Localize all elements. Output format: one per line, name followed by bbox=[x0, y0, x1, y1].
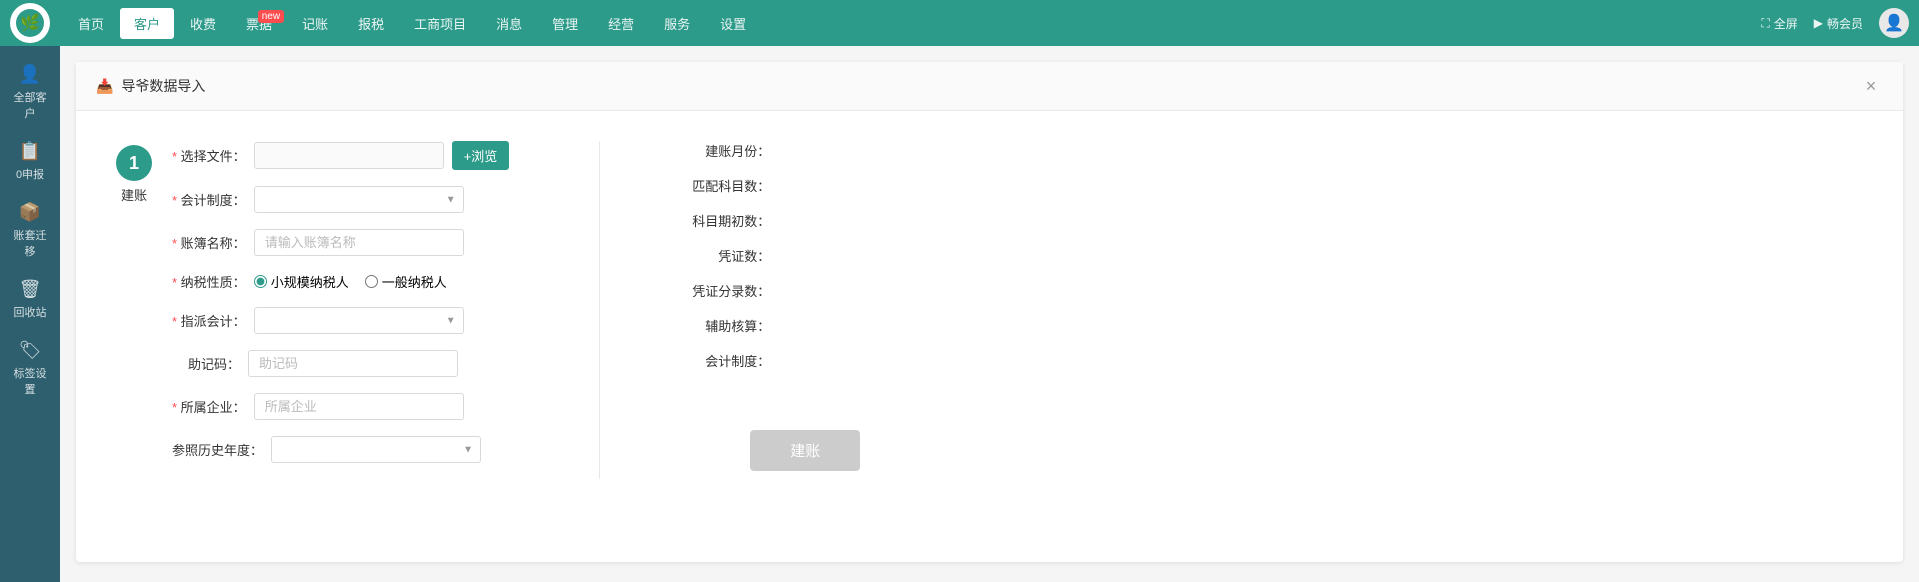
form-row-accounting-system: 会计制度： ▼ bbox=[172, 186, 509, 213]
history-year-select-wrap: ▼ bbox=[271, 436, 481, 463]
fullscreen-icon: ⛶ bbox=[1761, 16, 1769, 31]
account-migrate-icon: 📦 bbox=[19, 202, 41, 223]
accounting-system-label: 会计制度： bbox=[172, 190, 246, 209]
info-section: 建账月份： 匹配科目数： 科目期初数： 凭证数： bbox=[690, 141, 890, 370]
info-accounting-system-label: 会计制度： bbox=[690, 351, 770, 370]
app-logo[interactable]: 🌿 bbox=[10, 3, 50, 43]
match-subjects-label: 匹配科目数： bbox=[690, 176, 770, 195]
aux-accounting-label: 辅助核算： bbox=[690, 316, 770, 335]
user-avatar[interactable]: 👤 bbox=[1879, 8, 1909, 38]
company-label: 所属企业： bbox=[172, 397, 246, 416]
radio-small-scale[interactable]: 小规模纳税人 bbox=[254, 272, 349, 291]
dialog-header: 📥 导爷数据导入 × bbox=[76, 62, 1903, 111]
form-row-history-year: 参照历史年度： ▼ bbox=[172, 436, 509, 463]
company-input[interactable] bbox=[254, 393, 464, 420]
info-row-account-month: 建账月份： bbox=[690, 141, 890, 160]
top-nav: 🌿 首页 客户 收费 票据 new 记账 报税 工商项目 消息 管理 经营 服务… bbox=[0, 0, 1919, 46]
dialog-title: 📥 导爷数据导入 bbox=[96, 76, 205, 96]
info-row-voucher-count: 凭证数： bbox=[690, 246, 890, 265]
history-year-label: 参照历史年度： bbox=[172, 440, 263, 459]
subject-initial-label: 科目期初数： bbox=[690, 211, 770, 230]
info-row-match-subjects: 匹配科目数： bbox=[690, 176, 890, 195]
info-row-voucher-entries: 凭证分录数： bbox=[690, 281, 890, 300]
form-divider bbox=[599, 141, 600, 479]
dialog-close-button[interactable]: × bbox=[1859, 74, 1883, 98]
nav-biz[interactable]: 工商项目 bbox=[400, 8, 480, 39]
nav-menu: 首页 客户 收费 票据 new 记账 报税 工商项目 消息 管理 经营 服务 设… bbox=[64, 8, 1761, 39]
sidebar-item-account-migrate[interactable]: 📦 账套迁移 bbox=[3, 194, 57, 267]
sidebar-item-declare[interactable]: 📋 0申报 bbox=[3, 133, 57, 190]
form-step-section: 1 建账 选择文件： +浏览 会计制度： bbox=[116, 141, 509, 479]
assign-accountant-select-wrap: ▼ bbox=[254, 307, 464, 334]
tag-settings-icon: 🏷 bbox=[19, 340, 42, 361]
tax-type-label: 纳税性质： bbox=[172, 272, 246, 291]
form-row-file: 选择文件： +浏览 bbox=[172, 141, 509, 170]
dialog-area: 📥 导爷数据导入 × 1 建账 选择文件： bbox=[76, 62, 1903, 562]
sidebar-item-all-customers[interactable]: 👤 全部客户 bbox=[3, 56, 57, 129]
nav-operation[interactable]: 经营 bbox=[594, 8, 648, 39]
nav-settings[interactable]: 设置 bbox=[706, 8, 760, 39]
sidebar: 👤 全部客户 📋 0申报 📦 账套迁移 🗑 回收站 🏷 标签设置 bbox=[0, 46, 60, 582]
file-input[interactable] bbox=[254, 142, 444, 169]
all-customers-icon: 👤 bbox=[19, 64, 41, 85]
tax-type-radio-group: 小规模纳税人 一般纳税人 bbox=[254, 272, 447, 291]
build-account-button[interactable]: 建账 bbox=[750, 430, 860, 471]
nav-customer[interactable]: 客户 bbox=[120, 8, 174, 39]
build-btn-container: 建账 bbox=[750, 410, 860, 471]
right-panel: 建账月份： 匹配科目数： 科目期初数： 凭证数： bbox=[690, 141, 890, 479]
assign-accountant-label: 指派会计： bbox=[172, 311, 246, 330]
logo-icon: 🌿 bbox=[20, 13, 40, 33]
step-circle: 1 bbox=[116, 145, 152, 181]
memo-label: 助记码： bbox=[172, 354, 240, 373]
step-label: 建账 bbox=[121, 185, 147, 204]
browse-button[interactable]: +浏览 bbox=[452, 141, 510, 170]
accounting-system-select-wrap: ▼ bbox=[254, 186, 464, 213]
vip-btn[interactable]: ▶ 畅会员 bbox=[1814, 15, 1863, 32]
radio-general[interactable]: 一般纳税人 bbox=[365, 272, 447, 291]
nav-tax[interactable]: 报税 bbox=[344, 8, 398, 39]
nav-ledger[interactable]: 记账 bbox=[288, 8, 342, 39]
accounting-system-select[interactable] bbox=[254, 186, 464, 213]
voucher-entries-label: 凭证分录数： bbox=[690, 281, 770, 300]
info-row-accounting-system: 会计制度： bbox=[690, 351, 890, 370]
form-row-ledger-name: 账簿名称： bbox=[172, 229, 509, 256]
main-content: 📥 导爷数据导入 × 1 建账 选择文件： bbox=[60, 46, 1919, 582]
form-row-company: 所属企业： bbox=[172, 393, 509, 420]
memo-input[interactable] bbox=[248, 350, 458, 377]
info-row-subject-initial: 科目期初数： bbox=[690, 211, 890, 230]
nav-message[interactable]: 消息 bbox=[482, 8, 536, 39]
nav-billing[interactable]: 收费 bbox=[176, 8, 230, 39]
form-row-tax-type: 纳税性质： 小规模纳税人 一般纳税人 bbox=[172, 272, 509, 291]
step-indicator: 1 建账 bbox=[116, 141, 152, 204]
dialog-form-area: 1 建账 选择文件： +浏览 会计制度： bbox=[76, 111, 1903, 509]
recycle-icon: 🗑 bbox=[19, 279, 42, 300]
app-layout: 👤 全部客户 📋 0申报 📦 账套迁移 🗑 回收站 🏷 标签设置 📥 导爷 bbox=[0, 46, 1919, 582]
sidebar-item-tag-settings[interactable]: 🏷 标签设置 bbox=[3, 332, 57, 405]
nav-home[interactable]: 首页 bbox=[64, 8, 118, 39]
file-label: 选择文件： bbox=[172, 146, 246, 165]
invoice-badge: new bbox=[258, 10, 284, 23]
ledger-name-input[interactable] bbox=[254, 229, 464, 256]
dialog-title-icon: 📥 bbox=[96, 78, 113, 95]
nav-right: ⛶ 全屏 ▶ 畅会员 👤 bbox=[1761, 8, 1909, 38]
history-year-select[interactable] bbox=[271, 436, 481, 463]
nav-manage[interactable]: 管理 bbox=[538, 8, 592, 39]
assign-accountant-select[interactable] bbox=[254, 307, 464, 334]
voucher-count-label: 凭证数： bbox=[690, 246, 770, 265]
sidebar-item-recycle[interactable]: 🗑 回收站 bbox=[3, 271, 57, 328]
radio-general-input[interactable] bbox=[365, 275, 378, 288]
form-row-memo: 助记码： bbox=[172, 350, 509, 377]
nav-invoice[interactable]: 票据 new bbox=[232, 8, 286, 39]
nav-service[interactable]: 服务 bbox=[650, 8, 704, 39]
declare-icon: 📋 bbox=[19, 141, 41, 162]
vip-icon: ▶ bbox=[1814, 16, 1823, 30]
form-row-assign-accountant: 指派会计： ▼ bbox=[172, 307, 509, 334]
account-month-label: 建账月份： bbox=[690, 141, 770, 160]
radio-small-scale-input[interactable] bbox=[254, 275, 267, 288]
form-fields: 选择文件： +浏览 会计制度： ▼ bbox=[172, 141, 509, 479]
ledger-name-label: 账簿名称： bbox=[172, 233, 246, 252]
fullscreen-btn[interactable]: ⛶ 全屏 bbox=[1761, 15, 1797, 32]
info-row-aux-accounting: 辅助核算： bbox=[690, 316, 890, 335]
